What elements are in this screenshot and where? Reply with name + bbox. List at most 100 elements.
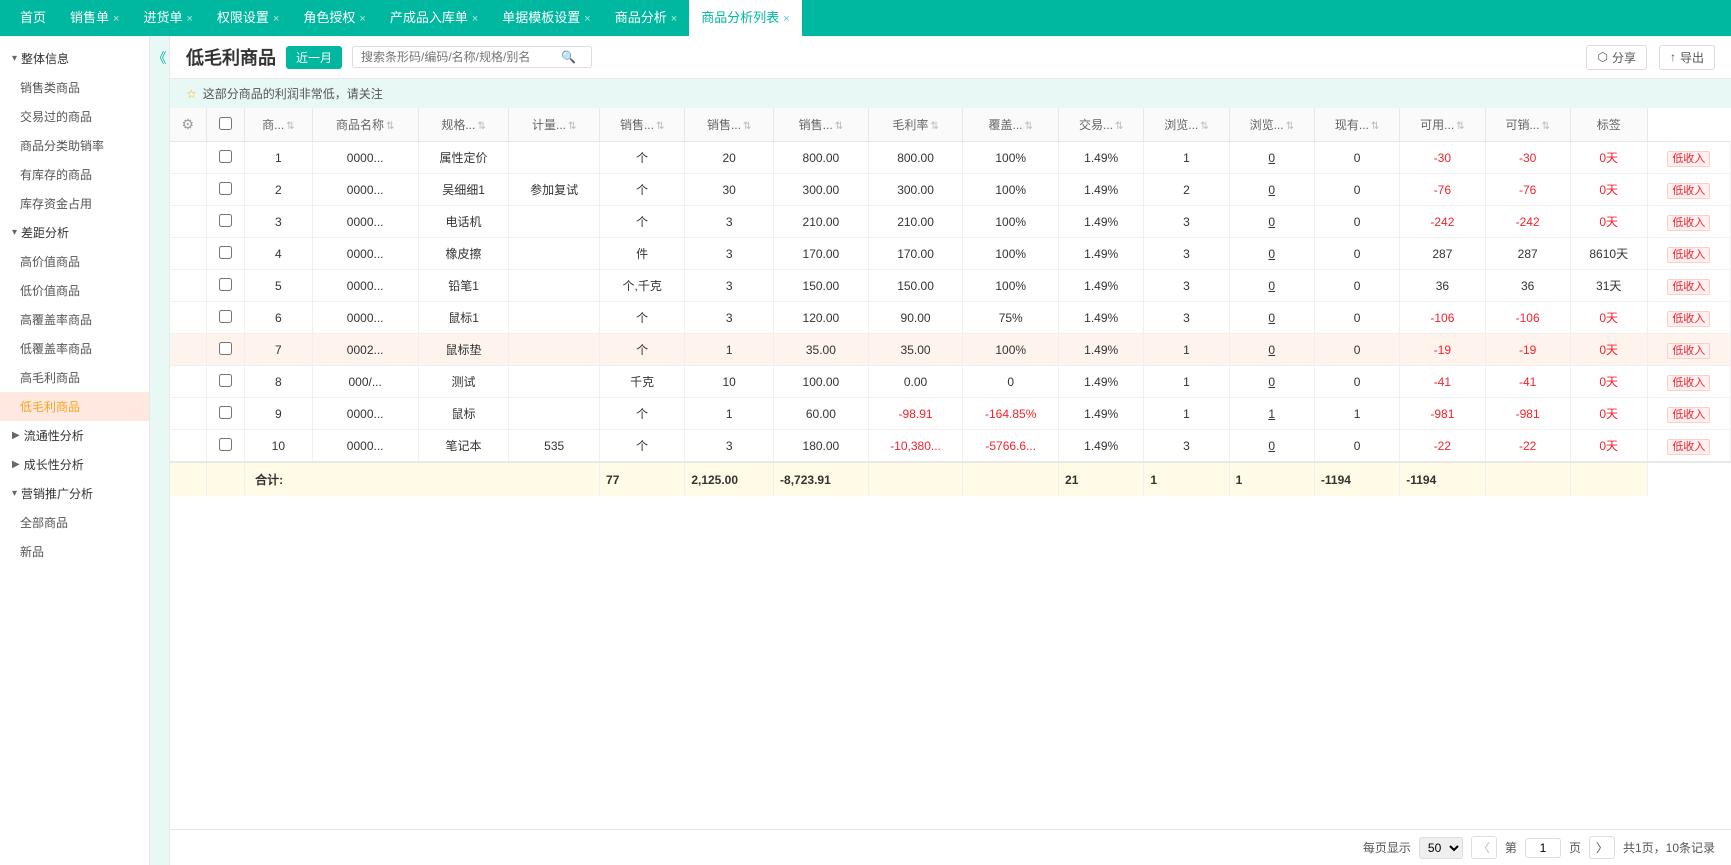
row-views1[interactable]: 0 (1229, 206, 1314, 238)
sidebar-item-low-margin[interactable]: 低毛利商品 (0, 392, 149, 421)
close-product-in-tab[interactable]: × (472, 13, 478, 25)
search-icon[interactable]: 🔍 (561, 50, 576, 64)
row-checkbox[interactable] (219, 406, 232, 419)
gear-icon[interactable]: ⚙ (181, 116, 194, 132)
row-views1[interactable]: 0 (1229, 174, 1314, 206)
sidebar-item-low-coverage[interactable]: 低覆盖率商品 (0, 334, 149, 363)
sidebar-item-low-value[interactable]: 低价值商品 (0, 276, 149, 305)
sidebar-group-marketing[interactable]: ▾ 营销推广分析 (0, 479, 149, 508)
row-checkbox-cell[interactable] (206, 270, 245, 302)
sidebar-item-all-products[interactable]: 全部商品 (0, 508, 149, 537)
views1-link[interactable]: 0 (1268, 151, 1275, 165)
nav-role-auth[interactable]: 角色授权× (291, 0, 377, 36)
row-views1[interactable]: 0 (1229, 142, 1314, 174)
row-checkbox[interactable] (219, 374, 232, 387)
row-checkbox-cell[interactable] (206, 206, 245, 238)
row-views1[interactable]: 0 (1229, 302, 1314, 334)
row-views1[interactable]: 0 (1229, 334, 1314, 366)
row-checkbox[interactable] (219, 310, 232, 323)
nav-template[interactable]: 单据模板设置× (490, 0, 602, 36)
row-views1[interactable]: 0 (1229, 270, 1314, 302)
row-checkbox-cell[interactable] (206, 174, 245, 206)
row-checkbox-cell[interactable] (206, 238, 245, 270)
views1-link[interactable]: 0 (1268, 183, 1275, 197)
sidebar-group-gap-analysis[interactable]: ▾ 差距分析 (0, 218, 149, 247)
nav-permissions[interactable]: 权限设置× (205, 0, 291, 36)
row-checkbox-cell[interactable] (206, 302, 245, 334)
sidebar-item-high-margin[interactable]: 高毛利商品 (0, 363, 149, 392)
row-checkbox[interactable] (219, 438, 232, 451)
nav-purchase[interactable]: 进货单× (131, 0, 204, 36)
sales-price-column-header[interactable]: 销售...⇅ (685, 108, 774, 142)
views1-link[interactable]: 0 (1268, 311, 1275, 325)
sidebar-item-sales-products[interactable]: 销售类商品 (0, 73, 149, 102)
share-button[interactable]: ⬡ 分享 (1586, 45, 1647, 70)
unit-column-header[interactable]: 计量...⇅ (509, 108, 600, 142)
close-sales-tab[interactable]: × (113, 13, 119, 25)
row-checkbox[interactable] (219, 342, 232, 355)
checkbox-column-header[interactable] (206, 108, 245, 142)
sales-qty-column-header[interactable]: 销售...⇅ (600, 108, 685, 142)
close-purchase-tab[interactable]: × (186, 13, 192, 25)
select-all-checkbox[interactable] (219, 117, 232, 130)
sidebar-item-inventory-capital[interactable]: 库存资金占用 (0, 189, 149, 218)
row-checkbox-cell[interactable] (206, 366, 245, 398)
row-checkbox[interactable] (219, 214, 232, 227)
per-page-select[interactable]: 50 (1419, 837, 1463, 859)
row-checkbox-cell[interactable] (206, 430, 245, 463)
row-views1[interactable]: 0 (1229, 238, 1314, 270)
search-input[interactable] (361, 50, 561, 64)
close-analysis-tab[interactable]: × (671, 13, 677, 25)
date-filter-button[interactable]: 近一月 (286, 46, 342, 69)
page-number-input[interactable] (1525, 838, 1561, 858)
sidebar-group-circulation[interactable]: ▶ 流通性分析 (0, 421, 149, 450)
sidebar-item-high-coverage[interactable]: 高覆盖率商品 (0, 305, 149, 334)
next-page-button[interactable]: 〉 (1589, 836, 1615, 859)
sidebar-group-growth[interactable]: ▶ 成长性分析 (0, 450, 149, 479)
nav-product-analysis[interactable]: 商品分析× (603, 0, 689, 36)
close-permissions-tab[interactable]: × (273, 13, 279, 25)
coverage-column-header[interactable]: 覆盖...⇅ (963, 108, 1059, 142)
row-checkbox[interactable] (219, 278, 232, 291)
sidebar-item-stocked-products[interactable]: 有库存的商品 (0, 160, 149, 189)
sidebar-collapse-button[interactable]: 《 (150, 36, 170, 865)
views2-column-header[interactable]: 浏览...⇅ (1229, 108, 1314, 142)
sidebar-item-new-products[interactable]: 新品 (0, 537, 149, 566)
views1-link[interactable]: 1 (1268, 407, 1275, 421)
spec-column-header[interactable]: 规格...⇅ (418, 108, 509, 142)
close-template-tab[interactable]: × (584, 13, 590, 25)
trade-column-header[interactable]: 交易...⇅ (1059, 108, 1144, 142)
row-checkbox-cell[interactable] (206, 398, 245, 430)
sellable-column-header[interactable]: 可销...⇅ (1485, 108, 1570, 142)
close-analysis-list-tab[interactable]: × (783, 13, 789, 25)
nav-sales[interactable]: 销售单× (58, 0, 131, 36)
available-column-header[interactable]: 可用...⇅ (1400, 108, 1485, 142)
sidebar-item-traded-products[interactable]: 交易过的商品 (0, 102, 149, 131)
row-checkbox-cell[interactable] (206, 334, 245, 366)
views1-column-header[interactable]: 浏览...⇅ (1144, 108, 1229, 142)
views1-link[interactable]: 0 (1268, 343, 1275, 357)
row-checkbox[interactable] (219, 150, 232, 163)
row-checkbox[interactable] (219, 182, 232, 195)
code-column-header[interactable]: 商...⇅ (245, 108, 312, 142)
row-views1[interactable]: 0 (1229, 366, 1314, 398)
nav-product-in[interactable]: 产成品入库单× (378, 0, 490, 36)
current-stock-column-header[interactable]: 现有...⇅ (1314, 108, 1399, 142)
name-column-header[interactable]: 商品名称⇅ (312, 108, 418, 142)
nav-home[interactable]: 首页 (8, 0, 58, 36)
gross-margin-column-header[interactable]: 毛利率⇅ (868, 108, 963, 142)
sidebar-item-category-sales-rate[interactable]: 商品分类助销率 (0, 131, 149, 160)
views1-link[interactable]: 0 (1268, 215, 1275, 229)
row-checkbox-cell[interactable] (206, 142, 245, 174)
row-views1[interactable]: 1 (1229, 398, 1314, 430)
row-views1[interactable]: 0 (1229, 430, 1314, 463)
views1-link[interactable]: 0 (1268, 247, 1275, 261)
tag-column-header[interactable]: 标签 (1570, 108, 1647, 142)
sales-amount-column-header[interactable]: 销售...⇅ (774, 108, 869, 142)
settings-column-header[interactable]: ⚙ (170, 108, 206, 142)
export-button[interactable]: ↑ 导出 (1659, 45, 1715, 70)
views1-link[interactable]: 0 (1268, 375, 1275, 389)
nav-analysis-list[interactable]: 商品分析列表× (689, 0, 801, 36)
views1-link[interactable]: 0 (1268, 279, 1275, 293)
row-checkbox[interactable] (219, 246, 232, 259)
